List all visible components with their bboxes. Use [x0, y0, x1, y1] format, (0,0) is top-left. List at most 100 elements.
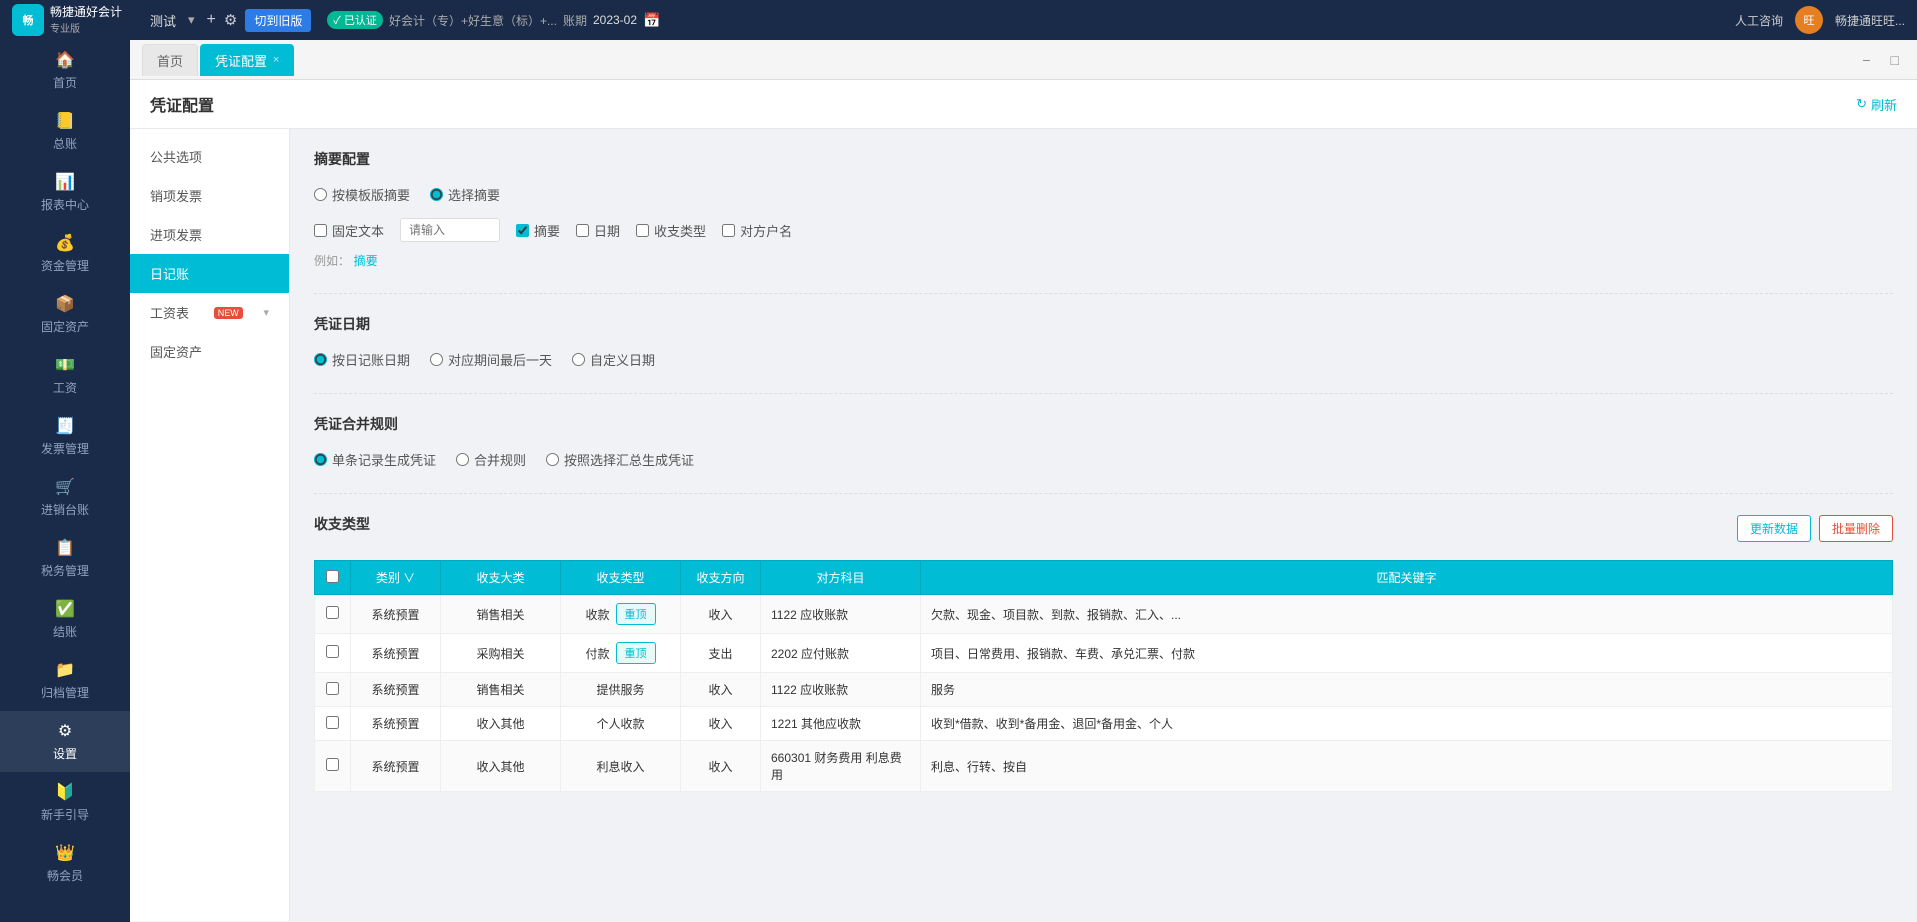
tab-actions: − □	[1856, 50, 1905, 70]
avatar[interactable]: 旺	[1795, 6, 1823, 34]
radio-journal-date[interactable]: 按日记账日期	[314, 350, 410, 369]
sidebar-item-salary[interactable]: 💵 工资	[0, 345, 130, 406]
tab-close-button[interactable]: ×	[273, 54, 279, 66]
top-bar: 畅 畅捷通好会计 专业版 测试 ▾ + ⚙ 切到旧版 ✓ 已认证 好会计（专）+…	[0, 0, 1917, 40]
radio-period-last[interactable]: 对应期间最后一天	[430, 350, 552, 369]
income-expense-table: 类别 ∨ 收支大类 收支类型 收支方向 对方科目 匹配关键字	[314, 560, 1893, 792]
sidebar-item-report[interactable]: 📊 报表中心	[0, 162, 130, 223]
tab-bar: 首页 凭证配置 × − □	[130, 40, 1917, 80]
radio-template[interactable]: 按模板版摘要	[314, 185, 410, 204]
tab-home[interactable]: 首页	[142, 44, 198, 76]
row-direction: 收入	[681, 707, 761, 741]
row-account: 1221 其他应收款	[761, 707, 921, 741]
radio-single-record[interactable]: 单条记录生成凭证	[314, 450, 436, 469]
sidebar-item-settings[interactable]: ⚙ 设置	[0, 711, 130, 772]
row-direction: 收入	[681, 673, 761, 707]
income-expense-section: 收支类型 更新数据 批量删除	[314, 514, 1893, 792]
member-icon: 👑	[55, 843, 75, 863]
sidebar-item-invoice[interactable]: 🧾 发票管理	[0, 406, 130, 467]
checkbox-summary[interactable]: 摘要	[516, 221, 560, 240]
refresh-label: 刷新	[1871, 95, 1897, 114]
certified-badge: ✓ 已认证	[327, 11, 383, 29]
row-direction: 支出	[681, 634, 761, 673]
archive-icon: 📁	[55, 660, 75, 680]
row-account: 660301 财务费用 利息费用	[761, 741, 921, 792]
refresh-data-button[interactable]: 更新数据	[1737, 515, 1811, 542]
row-checkbox[interactable]	[326, 682, 339, 695]
tab-voucher-config[interactable]: 凭证配置 ×	[200, 44, 294, 76]
add-button[interactable]: +	[207, 11, 216, 29]
radio-custom-date[interactable]: 自定义日期	[572, 350, 655, 369]
row-checkbox-cell	[315, 741, 351, 792]
right-content: 摘要配置 按模板版摘要 选择摘要	[290, 129, 1917, 921]
sidebar-item-checkout[interactable]: ✅ 结账	[0, 589, 130, 650]
row-category: 系统预置	[351, 634, 441, 673]
radio-merge-rule[interactable]: 合并规则	[456, 450, 526, 469]
sidebar-item-fund[interactable]: 💰 资金管理	[0, 223, 130, 284]
row-checkbox[interactable]	[326, 645, 339, 658]
fixed-text-input[interactable]	[400, 218, 500, 242]
minimize-button[interactable]: −	[1856, 50, 1876, 70]
reset-button[interactable]: 重顶	[616, 642, 656, 664]
th-sub-type: 收支类型	[561, 561, 681, 595]
report-icon: 📊	[55, 172, 75, 192]
row-account: 2202 应付账款	[761, 634, 921, 673]
row-checkbox[interactable]	[326, 716, 339, 729]
main-layout: 🏠 首页 📒 总账 📊 报表中心 💰 资金管理 📦 固定资产 💵 工资 🧾 发票…	[0, 40, 1917, 922]
dropdown-arrow[interactable]: ▾	[188, 12, 195, 28]
menu-item-sales-invoice[interactable]: 销项发票	[130, 176, 289, 215]
sidebar-item-home[interactable]: 🏠 首页	[0, 40, 130, 101]
tax-icon: 📋	[55, 538, 75, 558]
table-body: 系统预置 销售相关 收款 重顶 收入 1122 应收账款 欠款、现金、项目款、到…	[315, 595, 1893, 792]
menu-item-purchase-invoice[interactable]: 进项发票	[130, 215, 289, 254]
row-checkbox[interactable]	[326, 758, 339, 771]
sidebar-item-tax[interactable]: 📋 税务管理	[0, 528, 130, 589]
select-all-checkbox[interactable]	[326, 570, 339, 583]
row-category: 系统预置	[351, 595, 441, 634]
row-keywords: 收到*借款、收到*备用金、退回*备用金、个人	[921, 707, 1893, 741]
checkbox-date[interactable]: 日期	[576, 221, 620, 240]
row-checkbox[interactable]	[326, 606, 339, 619]
sidebar-item-asset[interactable]: 📦 固定资产	[0, 284, 130, 345]
sidebar-label-salary: 工资	[53, 379, 77, 396]
sidebar-label-checkout: 结账	[53, 623, 77, 640]
split-layout: 公共选项 销项发票 进项发票 日记账 工资表 NEW ▾	[130, 129, 1917, 921]
row-category: 系统预置	[351, 741, 441, 792]
menu-item-journal[interactable]: 日记账	[130, 254, 289, 293]
maximize-button[interactable]: □	[1885, 50, 1905, 70]
consult-link[interactable]: 人工咨询	[1735, 12, 1783, 29]
sidebar-item-member[interactable]: 👑 畅会员	[0, 833, 130, 894]
radio-select-summary[interactable]: 选择摘要	[430, 185, 500, 204]
company-name: 测试	[150, 11, 176, 30]
row-checkbox-cell	[315, 634, 351, 673]
row-checkbox-cell	[315, 707, 351, 741]
summary-section-title: 摘要配置	[314, 149, 1893, 169]
refresh-button[interactable]: ↻ 刷新	[1856, 95, 1897, 114]
switch-old-version-button[interactable]: 切到旧版	[245, 9, 311, 32]
sidebar-item-newbie[interactable]: 🔰 新手引导	[0, 772, 130, 833]
checkbox-fixed-text[interactable]: 固定文本	[314, 221, 384, 240]
settings-icon: ⚙	[58, 721, 72, 741]
tab-active-label: 凭证配置	[215, 51, 267, 70]
batch-delete-button[interactable]: 批量删除	[1819, 515, 1893, 542]
menu-item-fixed-assets[interactable]: 固定资产	[130, 332, 289, 371]
table-header: 类别 ∨ 收支大类 收支类型 收支方向 对方科目 匹配关键字	[315, 561, 1893, 595]
settings-button[interactable]: ⚙	[224, 11, 237, 29]
content-area: 首页 凭证配置 × − □ 凭证配置 ↻ 刷新	[130, 40, 1917, 922]
reset-button[interactable]: 重顶	[616, 603, 656, 625]
status-area: ✓ 已认证 好会计（专）+好生意（标）+... 账期 2023-02 📅	[327, 11, 660, 29]
calendar-icon: 📅	[643, 12, 660, 29]
row-sub-type: 付款 重顶	[561, 634, 681, 673]
date-radio-group: 按日记账日期 对应期间最后一天 自定义日期	[314, 350, 1893, 369]
asset-icon: 📦	[55, 294, 75, 314]
row-main-type: 销售相关	[441, 595, 561, 634]
checkbox-expense-type[interactable]: 收支类型	[636, 221, 706, 240]
th-checkbox	[315, 561, 351, 595]
sidebar-item-ledger[interactable]: 📒 总账	[0, 101, 130, 162]
sidebar-item-purchase[interactable]: 🛒 进销台账	[0, 467, 130, 528]
menu-item-public[interactable]: 公共选项	[130, 137, 289, 176]
checkbox-counterpart[interactable]: 对方户名	[722, 221, 792, 240]
sidebar-item-archive[interactable]: 📁 归档管理	[0, 650, 130, 711]
menu-item-payroll[interactable]: 工资表 NEW ▾	[130, 293, 289, 332]
radio-select-total[interactable]: 按照选择汇总生成凭证	[546, 450, 694, 469]
